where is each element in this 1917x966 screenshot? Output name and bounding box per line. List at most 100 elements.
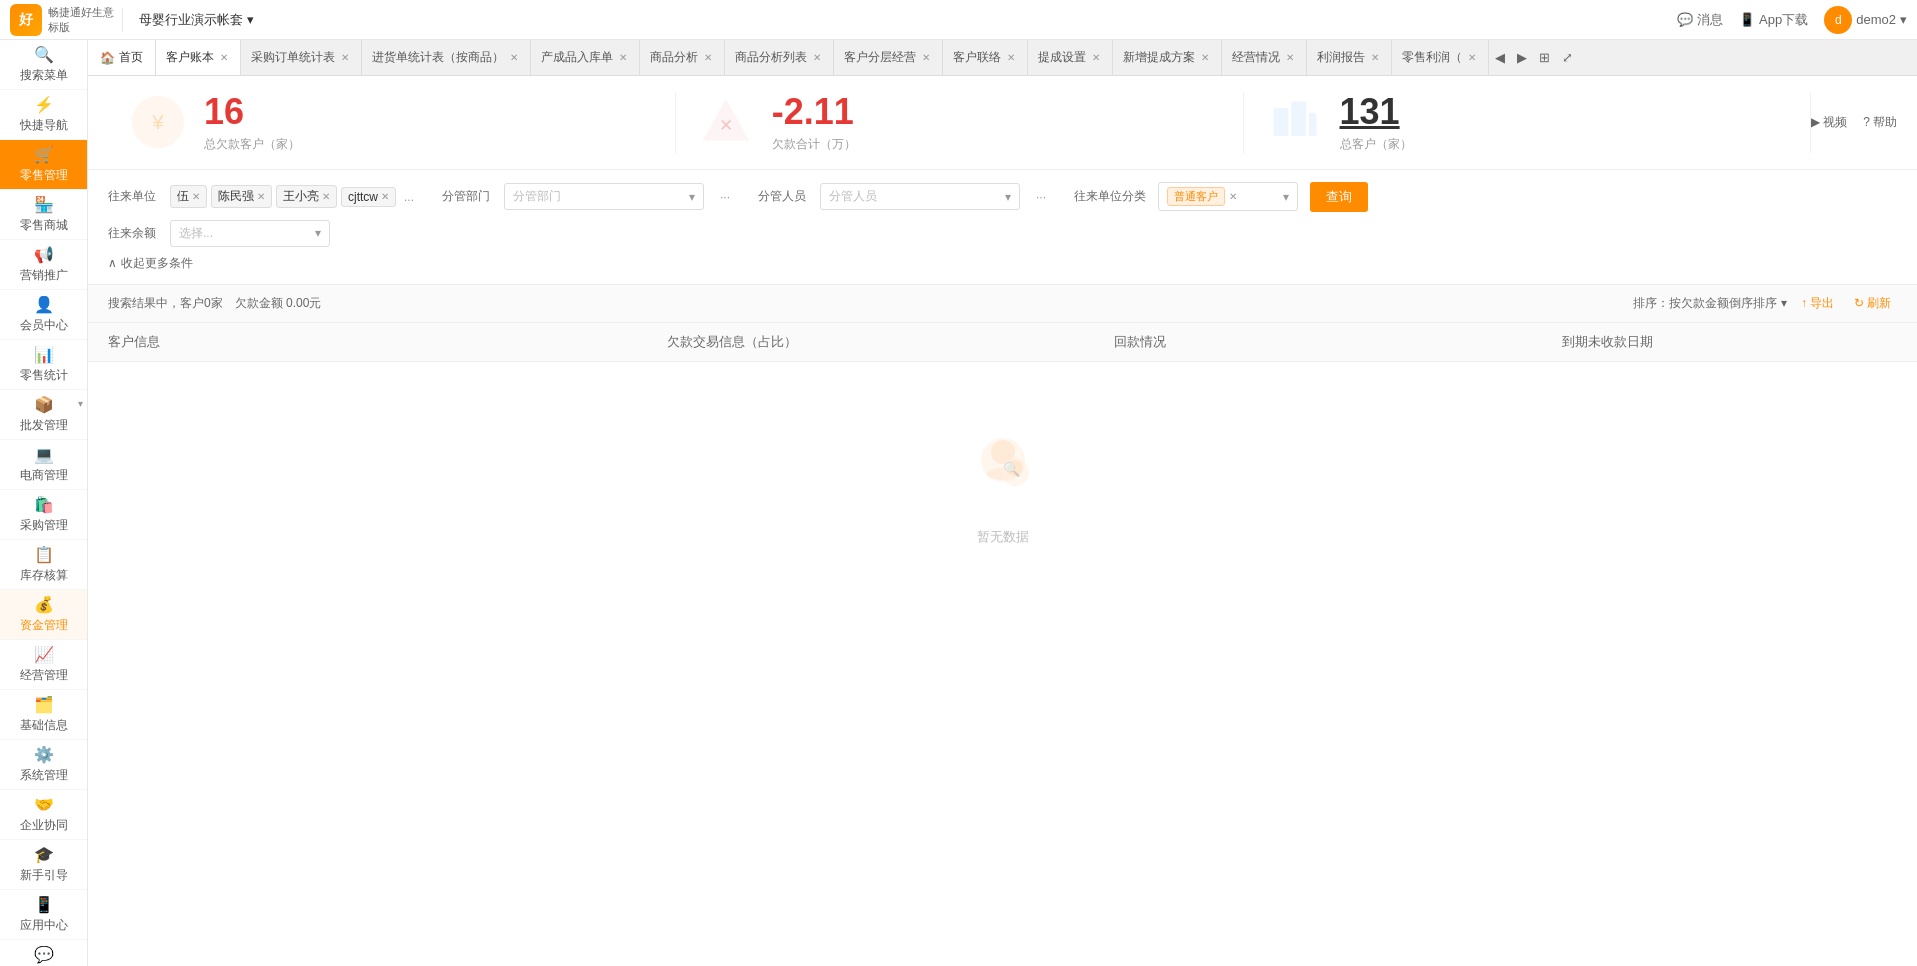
export-button[interactable]: ↑ 导出 [1795,293,1840,314]
store-selector[interactable]: 母婴行业演示帐套 ▾ [131,7,262,33]
member-icon: 👤 [34,295,54,314]
tab-close-icon[interactable]: ✕ [339,51,351,64]
expand-icon: ▾ [78,398,83,409]
sort-area: 排序：按欠款金额倒序排序 ▾ ↑ 导出 ↻ 刷新 [1633,293,1897,314]
tab-fullscreen[interactable]: ⤢ [1556,50,1579,65]
tag-close-icon[interactable]: ✕ [257,191,265,202]
sidebar-item-search[interactable]: 🔍 搜索菜单 [0,40,87,90]
tab-close-icon[interactable]: ✕ [811,51,823,64]
sidebar-item-marketing[interactable]: 📢 营销推广 [0,240,87,290]
chevron-down-icon: ▾ [1283,190,1289,204]
unit-tag-1[interactable]: 陈民强 ✕ [211,185,272,208]
message-icon: 💬 [1677,12,1693,27]
sidebar-item-app-center[interactable]: 📱 应用中心 [0,890,87,940]
balance-select[interactable]: 选择... ▾ [170,220,330,247]
unit-type-select[interactable]: 普通客户 ✕ ▾ [1158,182,1298,211]
sidebar-item-purchase[interactable]: 🛍️ 采购管理 [0,490,87,540]
unit-tags: 伍 ✕ 陈民强 ✕ 王小亮 ✕ [170,185,418,208]
tab-product-inbound[interactable]: 产成品入库单 ✕ [531,40,640,76]
balance-label: 往来余额 [108,225,158,242]
tag-close-icon[interactable]: ✕ [192,191,200,202]
department-select[interactable]: 分管部门 ▾ [504,183,704,210]
table-header: 客户信息 欠款交易信息（占比） 回款情况 到期未收款日期 [88,323,1917,362]
sidebar-item-finance[interactable]: 💰 资金管理 [0,590,87,640]
tab-close-icon[interactable]: ✕ [617,51,629,64]
avatar: d [1824,6,1852,34]
manager-more-btn[interactable]: ··· [1032,188,1050,206]
tab-goods-stats[interactable]: 进货单统计表（按商品） ✕ [362,40,531,76]
tab-goods-analysis-list[interactable]: 商品分析列表 ✕ [725,40,834,76]
sidebar-item-label: 零售管理 [20,167,68,184]
mobile-icon: 📱 [34,895,54,914]
sidebar-item-retail-mgmt[interactable]: 🛒 零售管理 [0,140,87,190]
tab-customer-segment[interactable]: 客户分层经营 ✕ [834,40,943,76]
sidebar-item-wechat[interactable]: 💬 企业微信 [0,940,87,966]
refresh-button[interactable]: ↻ 刷新 [1848,293,1897,314]
sidebar-item-inventory[interactable]: 📋 库存核算 [0,540,87,590]
tab-goods-analysis[interactable]: 商品分析 ✕ [640,40,725,76]
sidebar-item-retail-mall[interactable]: 🏪 零售商城 [0,190,87,240]
video-button[interactable]: ▶ 视频 [1811,114,1847,131]
tab-close-icon[interactable]: ✕ [920,51,932,64]
tag-close-icon[interactable]: ✕ [381,191,389,202]
tab-home[interactable]: 🏠 首页 [88,40,156,76]
more-tags-button[interactable]: ... [400,188,418,206]
tab-close-icon[interactable]: ✕ [1466,51,1478,64]
amount-info: 欠款金额 0.00元 [235,295,322,312]
tab-close-icon[interactable]: ✕ [1090,51,1102,64]
tab-scroll-right[interactable]: ▶ [1511,50,1533,65]
manager-select[interactable]: 分管人员 ▾ [820,183,1020,210]
tab-scroll-left[interactable]: ◀ [1489,50,1511,65]
tab-close-icon[interactable]: ✕ [508,51,520,64]
home-icon: 🏠 [100,51,115,65]
tab-retail-profit[interactable]: 零售利润（ ✕ [1392,40,1489,76]
sidebar-item-basic[interactable]: 🗂️ 基础信息 [0,690,87,740]
unit-tag-0[interactable]: 伍 ✕ [170,185,207,208]
department-more-btn[interactable]: ··· [716,188,734,206]
sidebar-item-cooperation[interactable]: 🤝 企业协同 [0,790,87,840]
tab-business-situation[interactable]: 经营情况 ✕ [1222,40,1307,76]
tab-expand[interactable]: ⊞ [1533,50,1556,65]
sidebar-item-quick-nav[interactable]: ⚡ 快捷导航 [0,90,87,140]
help-button[interactable]: ? 帮助 [1863,114,1897,131]
tab-purchase-order[interactable]: 采购订单统计表 ✕ [241,40,362,76]
sidebar-item-label: 快捷导航 [20,117,68,134]
unit-tag-2[interactable]: 王小亮 ✕ [276,185,337,208]
sidebar-item-wholesale[interactable]: 📦 批发管理 ▾ [0,390,87,440]
collapse-button[interactable]: ∧ 收起更多条件 [108,255,1897,272]
search-button[interactable]: 查询 [1310,182,1368,212]
sidebar-item-label: 新手引导 [20,867,68,884]
trend-icon: 📈 [34,645,54,664]
sidebar-item-label: 基础信息 [20,717,68,734]
unit-tag-3[interactable]: cjttcw ✕ [341,187,396,207]
tab-promotion-settings[interactable]: 提成设置 ✕ [1028,40,1113,76]
user-profile[interactable]: d demo2 ▾ [1824,6,1907,34]
tab-close-icon[interactable]: ✕ [702,51,714,64]
tab-new-promotion[interactable]: 新增提成方案 ✕ [1113,40,1222,76]
tag-close-icon[interactable]: ✕ [1229,191,1237,202]
sidebar-item-business[interactable]: 📈 经营管理 [0,640,87,690]
tab-close-icon[interactable]: ✕ [1005,51,1017,64]
tab-close-icon[interactable]: ✕ [218,51,230,64]
tab-close-icon[interactable]: ✕ [1284,51,1296,64]
sidebar-item-label: 库存核算 [20,567,68,584]
message-button[interactable]: 💬 消息 [1677,11,1723,29]
tab-close-icon[interactable]: ✕ [1199,51,1211,64]
tag-close-icon[interactable]: ✕ [322,191,330,202]
sidebar-item-retail-stat[interactable]: 📊 零售统计 [0,340,87,390]
logo-text: 畅捷通好生意 标版 [48,5,114,34]
tab-profit-report[interactable]: 利润报告 ✕ [1307,40,1392,76]
sort-select[interactable]: 排序：按欠款金额倒序排序 ▾ [1633,295,1787,312]
sidebar-item-label: 营销推广 [20,267,68,284]
tab-customer-contact[interactable]: 客户联络 ✕ [943,40,1028,76]
app-download-button[interactable]: 📱 App下载 [1739,11,1808,29]
debt-bg-icon: ✕ [696,92,756,152]
sidebar-item-new-guide[interactable]: 🎓 新手引导 [0,840,87,890]
sidebar-item-member[interactable]: 👤 会员中心 [0,290,87,340]
sidebar-item-system[interactable]: ⚙️ 系统管理 [0,740,87,790]
shopping-icon: 🛍️ [34,495,54,514]
tab-close-icon[interactable]: ✕ [1369,51,1381,64]
sidebar-item-ecommerce[interactable]: 💻 电商管理 [0,440,87,490]
tab-customer-balance[interactable]: 客户账本 ✕ [156,40,241,76]
unit-label: 往来单位 [108,188,158,205]
